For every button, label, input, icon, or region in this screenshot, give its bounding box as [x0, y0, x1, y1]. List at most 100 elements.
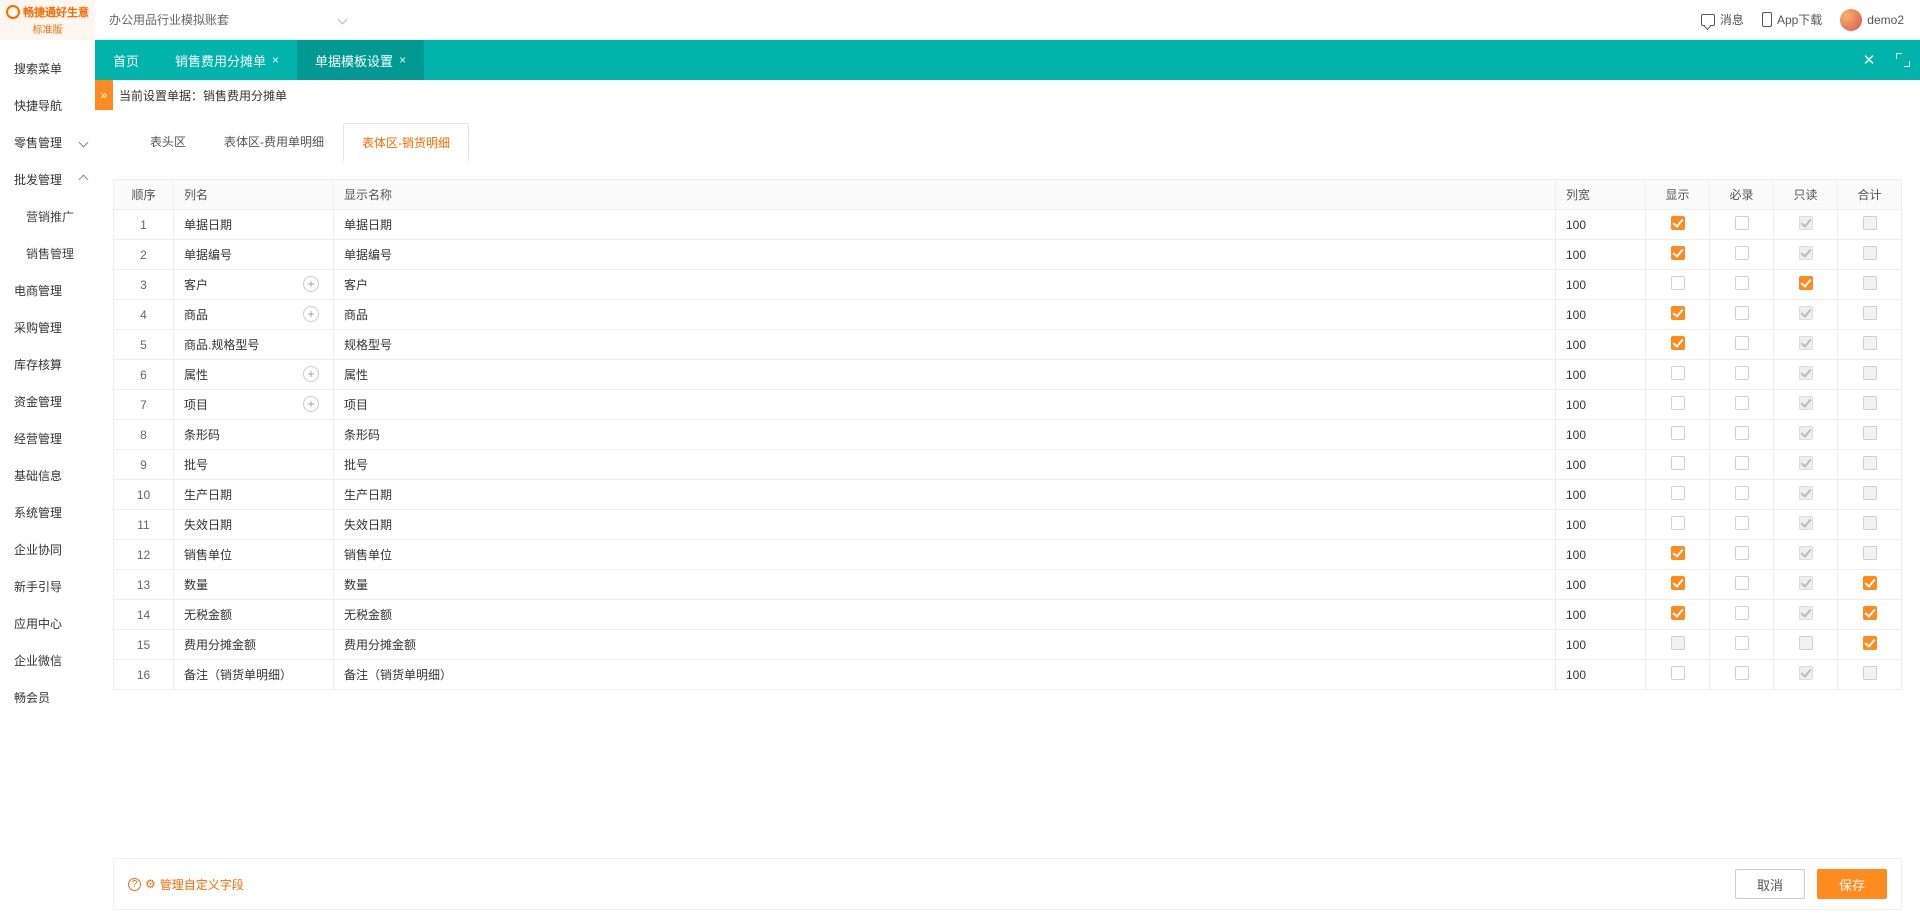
checkbox[interactable]	[1671, 396, 1685, 410]
sidebar-item[interactable]: 电商管理	[0, 272, 95, 309]
cell-display-name[interactable]: 数量	[334, 570, 1556, 600]
sidebar-item[interactable]: 零售管理	[0, 124, 95, 161]
main-tab[interactable]: 销售费用分摊单×	[157, 40, 297, 80]
checkbox[interactable]	[1735, 666, 1749, 680]
main-tab[interactable]: 首页	[95, 40, 157, 80]
cell-display-name[interactable]: 失效日期	[334, 510, 1556, 540]
fullscreen-button[interactable]	[1886, 53, 1920, 67]
checkbox[interactable]	[1735, 216, 1749, 230]
cell-display-name[interactable]: 单据编号	[334, 240, 1556, 270]
checkbox[interactable]	[1735, 456, 1749, 470]
checkbox[interactable]	[1671, 216, 1685, 230]
cell-display-name[interactable]: 备注（销货单明细）	[334, 660, 1556, 690]
checkbox[interactable]	[1671, 576, 1685, 590]
expand-plus-icon[interactable]: +	[303, 306, 319, 322]
cell-display-name[interactable]: 客户	[334, 270, 1556, 300]
checkbox[interactable]	[1735, 366, 1749, 380]
checkbox[interactable]	[1671, 666, 1685, 680]
collapse-handle[interactable]: »	[95, 80, 113, 110]
cell-width[interactable]: 100	[1556, 510, 1646, 540]
checkbox[interactable]	[1671, 276, 1685, 290]
sidebar-item[interactable]: 库存核算	[0, 346, 95, 383]
cell-display-name[interactable]: 商品	[334, 300, 1556, 330]
cell-display-name[interactable]: 生产日期	[334, 480, 1556, 510]
cell-display-name[interactable]: 规格型号	[334, 330, 1556, 360]
cell-width[interactable]: 100	[1556, 450, 1646, 480]
sidebar-item[interactable]: 资金管理	[0, 383, 95, 420]
cell-display-name[interactable]: 项目	[334, 390, 1556, 420]
checkbox[interactable]	[1671, 366, 1685, 380]
cell-width[interactable]: 100	[1556, 420, 1646, 450]
sidebar-item[interactable]: 经营管理	[0, 420, 95, 457]
close-all-tabs-button[interactable]	[1852, 51, 1886, 69]
sidebar-item[interactable]: 企业微信	[0, 642, 95, 679]
checkbox[interactable]	[1671, 606, 1685, 620]
cell-display-name[interactable]: 无税金额	[334, 600, 1556, 630]
cell-width[interactable]: 100	[1556, 270, 1646, 300]
sidebar-item[interactable]: 新手引导	[0, 568, 95, 605]
user-menu[interactable]: demo2	[1840, 9, 1904, 31]
main-tab[interactable]: 单据模板设置×	[297, 40, 424, 80]
checkbox[interactable]	[1799, 276, 1813, 290]
checkbox[interactable]	[1735, 396, 1749, 410]
tab-close-icon[interactable]: ×	[399, 53, 406, 67]
checkbox[interactable]	[1863, 636, 1877, 650]
cell-width[interactable]: 100	[1556, 570, 1646, 600]
sidebar-item[interactable]: 采购管理	[0, 309, 95, 346]
save-button[interactable]: 保存	[1817, 869, 1887, 899]
checkbox[interactable]	[1863, 606, 1877, 620]
expand-plus-icon[interactable]: +	[303, 276, 319, 292]
sidebar-item[interactable]: 畅会员	[0, 679, 95, 716]
checkbox[interactable]	[1735, 426, 1749, 440]
app-download-link[interactable]: App下载	[1762, 11, 1822, 28]
checkbox[interactable]	[1735, 516, 1749, 530]
checkbox[interactable]	[1735, 636, 1749, 650]
checkbox[interactable]	[1671, 486, 1685, 500]
sidebar-item[interactable]: 批发管理	[0, 161, 95, 198]
checkbox[interactable]	[1671, 516, 1685, 530]
checkbox[interactable]	[1671, 246, 1685, 260]
checkbox[interactable]	[1735, 486, 1749, 500]
sidebar-item[interactable]: 快捷导航	[0, 87, 95, 124]
checkbox[interactable]	[1735, 306, 1749, 320]
cell-width[interactable]: 100	[1556, 480, 1646, 510]
cell-display-name[interactable]: 销售单位	[334, 540, 1556, 570]
cell-width[interactable]: 100	[1556, 300, 1646, 330]
checkbox[interactable]	[1671, 306, 1685, 320]
cell-display-name[interactable]: 条形码	[334, 420, 1556, 450]
checkbox[interactable]	[1735, 276, 1749, 290]
cell-width[interactable]: 100	[1556, 240, 1646, 270]
cancel-button[interactable]: 取消	[1735, 869, 1805, 899]
sidebar-item[interactable]: 企业协同	[0, 531, 95, 568]
sidebar-item[interactable]: 营销推广	[0, 198, 95, 235]
expand-plus-icon[interactable]: +	[303, 396, 319, 412]
cell-width[interactable]: 100	[1556, 660, 1646, 690]
sidebar-item[interactable]: 销售管理	[0, 235, 95, 272]
manage-custom-fields-link[interactable]: ? 管理自定义字段	[128, 876, 244, 893]
cell-width[interactable]: 100	[1556, 360, 1646, 390]
checkbox[interactable]	[1863, 576, 1877, 590]
sidebar-item[interactable]: 基础信息	[0, 457, 95, 494]
cell-width[interactable]: 100	[1556, 210, 1646, 240]
checkbox[interactable]	[1735, 546, 1749, 560]
checkbox[interactable]	[1671, 336, 1685, 350]
org-selector[interactable]: 办公用品行业模拟账套	[109, 11, 346, 28]
sidebar-item[interactable]: 系统管理	[0, 494, 95, 531]
checkbox[interactable]	[1735, 576, 1749, 590]
sidebar-item[interactable]: 应用中心	[0, 605, 95, 642]
checkbox[interactable]	[1735, 606, 1749, 620]
section-tab[interactable]: 表体区-费用单明细	[205, 122, 343, 160]
checkbox[interactable]	[1671, 456, 1685, 470]
cell-width[interactable]: 100	[1556, 630, 1646, 660]
cell-display-name[interactable]: 属性	[334, 360, 1556, 390]
cell-display-name[interactable]: 费用分摊金额	[334, 630, 1556, 660]
cell-display-name[interactable]: 批号	[334, 450, 1556, 480]
checkbox[interactable]	[1735, 246, 1749, 260]
tab-close-icon[interactable]: ×	[272, 53, 279, 67]
cell-width[interactable]: 100	[1556, 600, 1646, 630]
checkbox[interactable]	[1671, 426, 1685, 440]
sidebar-item[interactable]: 搜索菜单	[0, 50, 95, 87]
cell-width[interactable]: 100	[1556, 330, 1646, 360]
expand-plus-icon[interactable]: +	[303, 366, 319, 382]
cell-width[interactable]: 100	[1556, 390, 1646, 420]
